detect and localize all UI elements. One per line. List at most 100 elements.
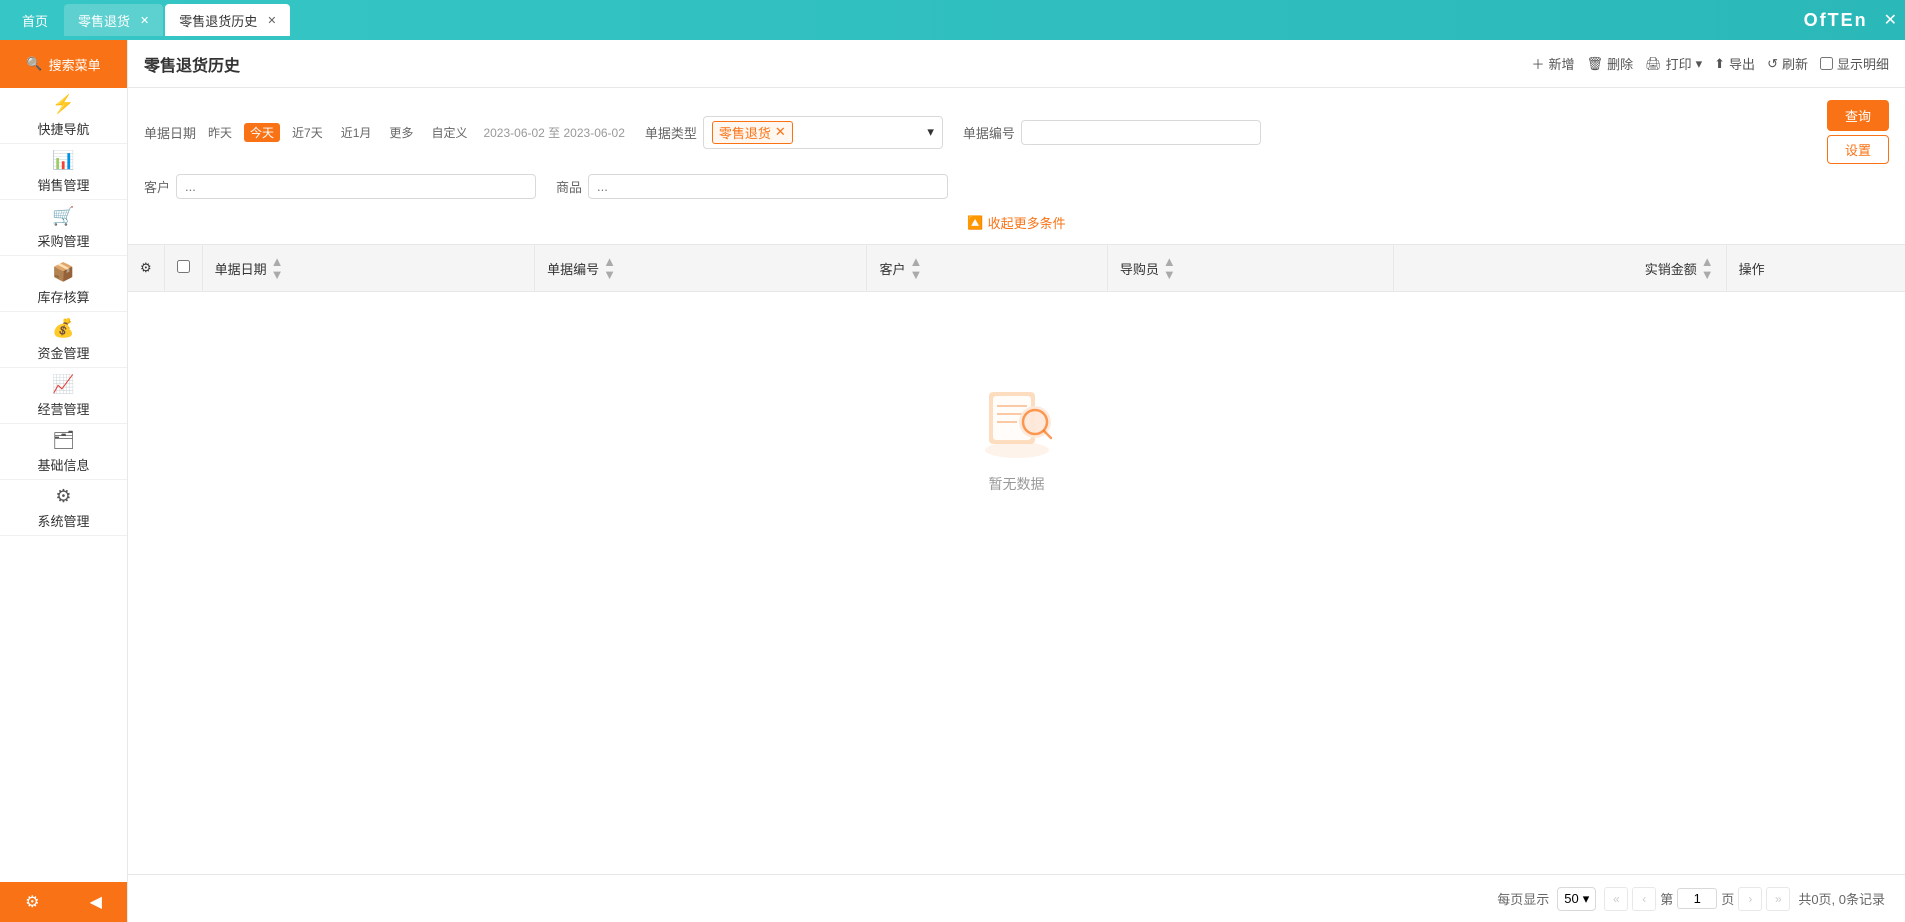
- new-icon: ＋: [1532, 54, 1545, 73]
- sidebar-item-inventory[interactable]: 📦 库存核算: [0, 256, 127, 312]
- date-btn-more[interactable]: 更多: [383, 123, 419, 142]
- sidebar-item-operation[interactable]: 📈 经营管理: [0, 368, 127, 424]
- export-button[interactable]: ⬆ 导出: [1714, 54, 1755, 73]
- date-btn-7days[interactable]: 近7天: [286, 123, 329, 142]
- th-amount-label: 实销金额: [1645, 259, 1697, 278]
- voucher-type-chevron-icon: ▾: [927, 124, 934, 140]
- date-btn-yesterday[interactable]: 昨天: [202, 123, 238, 142]
- system-icon: ⚙: [55, 486, 71, 507]
- tab-retail-return[interactable]: 零售退货 ✕: [64, 4, 163, 36]
- tab-retail-return-history[interactable]: 零售退货历史 ✕: [165, 4, 290, 36]
- refresh-button[interactable]: ↺ 刷新: [1767, 54, 1808, 73]
- new-button[interactable]: ＋ 新增: [1532, 54, 1575, 73]
- tab-home-label: 首页: [22, 11, 48, 30]
- sidebar-item-sales-label: 销售管理: [37, 175, 89, 194]
- no-sort-arrows[interactable]: ▲▼: [603, 255, 616, 281]
- th-date-label: 单据日期: [215, 259, 267, 278]
- sidebar-item-quick-nav-label: 快捷导航: [37, 119, 89, 138]
- sidebar-item-operation-label: 经营管理: [37, 399, 89, 418]
- sidebar-menu: ⚡ 快捷导航 📊 销售管理 🛒 采购管理 📦 库存核算 💰 资金管理 📈: [0, 88, 127, 882]
- sidebar-item-basic-info[interactable]: 🗂 基础信息: [0, 424, 127, 480]
- customer-input[interactable]: [176, 174, 536, 199]
- pagination-bar: 每页显示 50 ▾ « ‹ 第 页 › » 共0页, 0条记录: [128, 874, 1905, 922]
- voucher-no-input[interactable]: [1021, 120, 1261, 145]
- filter-area: 单据日期 昨天 今天 近7天 近1月 更多 自定义 2023-06-02 至 2…: [128, 88, 1905, 245]
- th-no-label: 单据编号: [547, 259, 599, 278]
- goods-filter-label: 商品: [556, 177, 582, 196]
- sidebar-item-finance-label: 资金管理: [37, 343, 89, 362]
- top-bar-right: OfTEn ✕: [1804, 10, 1897, 31]
- first-page-button[interactable]: «: [1604, 887, 1628, 911]
- sidebar-collapse-icon[interactable]: ◀: [90, 892, 102, 912]
- guide-sort-arrows[interactable]: ▲▼: [1163, 255, 1176, 281]
- customer-sort-arrows[interactable]: ▲▼: [909, 255, 922, 281]
- date-sort-arrows[interactable]: ▲▼: [271, 255, 284, 281]
- operation-icon: 📈: [52, 374, 74, 395]
- page-suffix: 页: [1721, 889, 1734, 908]
- sidebar-search[interactable]: 🔍 搜索菜单: [0, 40, 127, 88]
- sidebar-item-inventory-label: 库存核算: [37, 287, 89, 306]
- sidebar-item-quick-nav[interactable]: ⚡ 快捷导航: [0, 88, 127, 144]
- show-detail-checkbox[interactable]: 显示明细: [1820, 54, 1889, 73]
- sidebar-item-system[interactable]: ⚙ 系统管理: [0, 480, 127, 536]
- basic-info-icon: 🗂: [52, 430, 75, 451]
- voucher-type-label: 单据类型: [645, 123, 697, 142]
- voucher-type-tag-text: 零售退货: [719, 123, 771, 142]
- th-amount: 实销金额 ▲▼: [1394, 245, 1726, 292]
- print-button[interactable]: 🖨 打印 ▾: [1645, 54, 1702, 73]
- tab-retail-return-history-close[interactable]: ✕: [267, 14, 276, 27]
- delete-button[interactable]: 🗑 删除: [1587, 54, 1634, 73]
- empty-illustration: [967, 372, 1067, 462]
- empty-state: 暂无数据: [128, 292, 1905, 574]
- sidebar-bottom: ⚙ ◀: [0, 882, 127, 922]
- voucher-type-remove-icon[interactable]: ✕: [775, 124, 786, 140]
- top-bar: 首页 零售退货 ✕ 零售退货历史 ✕ OfTEn ✕: [0, 0, 1905, 40]
- page-size-select[interactable]: 50 ▾: [1557, 887, 1596, 911]
- date-btn-today[interactable]: 今天: [244, 123, 280, 142]
- show-detail-input[interactable]: [1820, 57, 1833, 70]
- query-button[interactable]: 查询: [1827, 100, 1889, 131]
- date-btn-custom[interactable]: 自定义: [425, 123, 473, 142]
- settings-button[interactable]: 设置: [1827, 135, 1889, 164]
- table-body: 暂无数据: [128, 292, 1905, 575]
- window-close-button[interactable]: ✕: [1884, 10, 1897, 30]
- tab-retail-return-label: 零售退货: [78, 11, 130, 30]
- total-info: 共0页, 0条记录: [1798, 889, 1885, 908]
- page-number-input[interactable]: [1677, 888, 1717, 909]
- amount-sort-arrows[interactable]: ▲▼: [1701, 255, 1714, 281]
- quick-nav-icon: ⚡: [52, 94, 74, 115]
- goods-input[interactable]: [588, 174, 948, 199]
- th-settings: ⚙: [128, 245, 164, 292]
- prev-page-button[interactable]: ‹: [1632, 887, 1656, 911]
- delete-icon: 🗑: [1587, 56, 1604, 72]
- date-shortcuts: 昨天 今天 近7天 近1月 更多 自定义: [202, 123, 473, 142]
- voucher-type-filter: 单据类型 零售退货 ✕ ▾: [645, 116, 943, 149]
- date-btn-1month[interactable]: 近1月: [335, 123, 378, 142]
- table-settings-icon[interactable]: ⚙: [140, 260, 152, 275]
- tab-home[interactable]: 首页: [8, 4, 62, 36]
- select-all-checkbox[interactable]: [177, 260, 190, 273]
- sidebar-item-sales[interactable]: 📊 销售管理: [0, 144, 127, 200]
- content-area: 零售退货历史 ＋ 新增 🗑 删除 🖨 打印 ▾ ⬆ 导出: [128, 40, 1905, 922]
- th-date: 单据日期 ▲▼: [202, 245, 534, 292]
- print-label: 打印: [1666, 54, 1692, 73]
- inventory-icon: 📦: [52, 262, 74, 283]
- customer-filter: 客户: [144, 174, 536, 199]
- sidebar-item-purchase[interactable]: 🛒 采购管理: [0, 200, 127, 256]
- th-action: 操作: [1726, 245, 1905, 292]
- th-guide: 导购员 ▲▼: [1107, 245, 1393, 292]
- tab-retail-return-close[interactable]: ✕: [140, 14, 149, 27]
- brand-label: OfTEn: [1804, 10, 1868, 31]
- sidebar-item-finance[interactable]: 💰 资金管理: [0, 312, 127, 368]
- table-container: ⚙ 单据日期 ▲▼ 单据编号: [128, 245, 1905, 874]
- collapse-filter-button[interactable]: 🔼 收起更多条件: [967, 209, 1065, 236]
- sidebar: 🔍 搜索菜单 ⚡ 快捷导航 📊 销售管理 🛒 采购管理 📦 库存核算 💰: [0, 40, 128, 922]
- next-page-button[interactable]: ›: [1738, 887, 1762, 911]
- page-size-label: 每页显示: [1497, 889, 1549, 908]
- customer-filter-label: 客户: [144, 177, 170, 196]
- search-icon: 🔍: [26, 56, 42, 72]
- voucher-type-select[interactable]: 零售退货 ✕ ▾: [703, 116, 943, 149]
- sidebar-settings-icon[interactable]: ⚙: [25, 892, 39, 912]
- last-page-button[interactable]: »: [1766, 887, 1790, 911]
- page-size-value: 50: [1564, 891, 1578, 906]
